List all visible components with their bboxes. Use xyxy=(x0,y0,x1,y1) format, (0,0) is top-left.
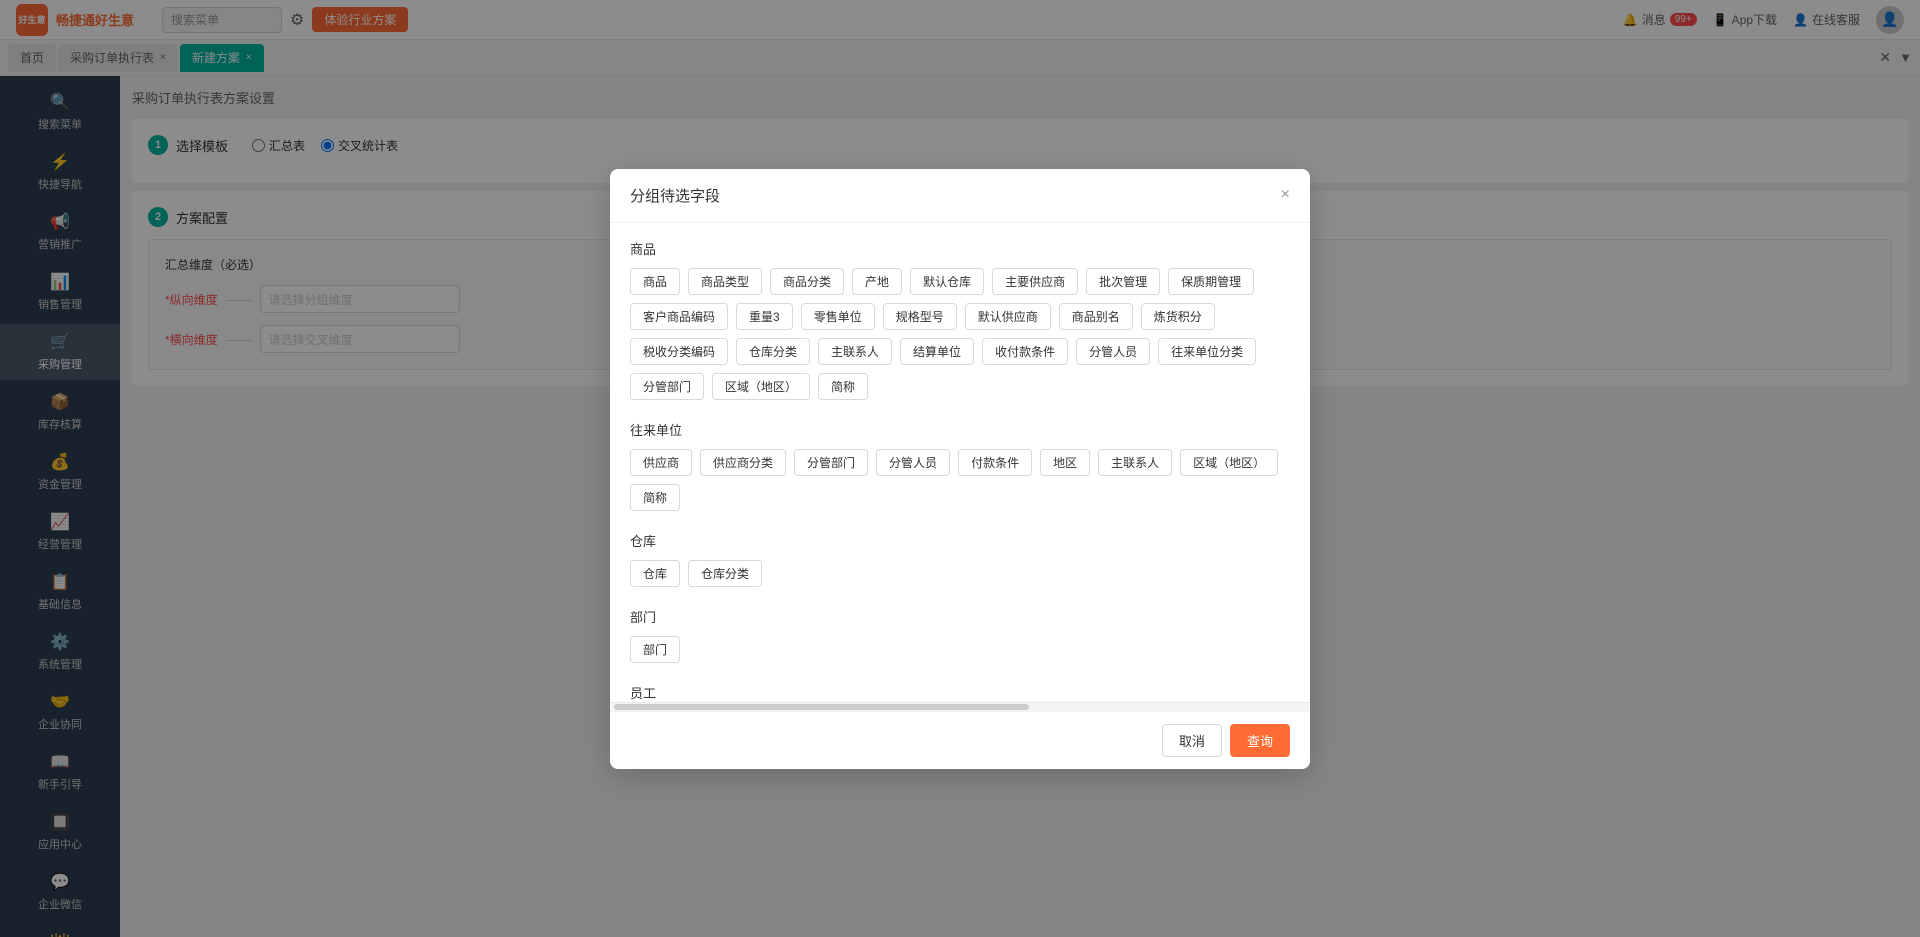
tag-product-alias[interactable]: 商品别名 xyxy=(1059,303,1133,330)
section-product-tags: 商品 商品类型 商品分类 产地 默认仓库 主要供应商 批次管理 保质期管理 客户… xyxy=(630,268,1290,400)
section-staff-title: 员工 xyxy=(630,683,1290,702)
tag-product-type[interactable]: 商品类型 xyxy=(688,268,762,295)
modal-header: 分组待选字段 × xyxy=(610,169,1310,223)
modal-horizontal-scrollbar[interactable] xyxy=(610,702,1310,711)
modal-footer: 取消 查询 xyxy=(610,711,1310,769)
tag-payment-condition[interactable]: 付款条件 xyxy=(958,449,1032,476)
tag-product-category[interactable]: 商品分类 xyxy=(770,268,844,295)
scrollbar-thumb xyxy=(614,704,1029,710)
modal-cancel-btn[interactable]: 取消 xyxy=(1162,724,1222,757)
tag-default-warehouse[interactable]: 默认仓库 xyxy=(910,268,984,295)
modal-overlay: 分组待选字段 × 商品 商品 商品类型 商品分类 产地 默认仓库 主要供应商 批… xyxy=(0,0,1920,937)
tag-spec-model[interactable]: 规格型号 xyxy=(883,303,957,330)
tag-settlement-unit[interactable]: 结算单位 xyxy=(900,338,974,365)
tag-region-area-partner[interactable]: 区域（地区） xyxy=(1180,449,1278,476)
tag-retail-unit[interactable]: 零售单位 xyxy=(801,303,875,330)
section-partner: 往来单位 供应商 供应商分类 分管部门 分管人员 付款条件 地区 主联系人 区域… xyxy=(630,420,1290,511)
tag-points[interactable]: 炼货积分 xyxy=(1141,303,1215,330)
tag-supplier[interactable]: 供应商 xyxy=(630,449,692,476)
section-partner-tags: 供应商 供应商分类 分管部门 分管人员 付款条件 地区 主联系人 区域（地区） … xyxy=(630,449,1290,511)
tag-supervisor-partner[interactable]: 分管人员 xyxy=(876,449,950,476)
section-warehouse: 仓库 仓库 仓库分类 xyxy=(630,531,1290,587)
tag-warehouse-category[interactable]: 仓库分类 xyxy=(736,338,810,365)
modal-close-btn[interactable]: × xyxy=(1281,186,1290,204)
tag-warehouse[interactable]: 仓库 xyxy=(630,560,680,587)
tag-customer-code[interactable]: 客户商品编码 xyxy=(630,303,728,330)
tag-main-contact-partner[interactable]: 主联系人 xyxy=(1098,449,1172,476)
tag-supplier-category[interactable]: 供应商分类 xyxy=(700,449,786,476)
tag-region-product[interactable]: 区域（地区） xyxy=(712,373,810,400)
tag-main-contact[interactable]: 主联系人 xyxy=(818,338,892,365)
tag-payment-terms[interactable]: 收付款条件 xyxy=(982,338,1068,365)
field-select-modal: 分组待选字段 × 商品 商品 商品类型 商品分类 产地 默认仓库 主要供应商 批… xyxy=(610,169,1310,769)
section-dept-tags: 部门 xyxy=(630,636,1290,663)
tag-region-partner[interactable]: 地区 xyxy=(1040,449,1090,476)
section-product: 商品 商品 商品类型 商品分类 产地 默认仓库 主要供应商 批次管理 保质期管理… xyxy=(630,239,1290,400)
section-warehouse-title: 仓库 xyxy=(630,531,1290,550)
tag-tax-code[interactable]: 税收分类编码 xyxy=(630,338,728,365)
section-staff: 员工 业务员 xyxy=(630,683,1290,702)
section-dept: 部门 部门 xyxy=(630,607,1290,663)
tag-default-supplier[interactable]: 默认供应商 xyxy=(965,303,1051,330)
modal-confirm-btn[interactable]: 查询 xyxy=(1230,724,1290,757)
tag-product[interactable]: 商品 xyxy=(630,268,680,295)
section-product-title: 商品 xyxy=(630,239,1290,258)
tag-dept[interactable]: 部门 xyxy=(630,636,680,663)
tag-warehouse-cat[interactable]: 仓库分类 xyxy=(688,560,762,587)
tag-supervisor[interactable]: 分管人员 xyxy=(1076,338,1150,365)
modal-title: 分组待选字段 xyxy=(630,185,720,206)
section-partner-title: 往来单位 xyxy=(630,420,1290,439)
tag-partner-category[interactable]: 往来单位分类 xyxy=(1158,338,1256,365)
section-warehouse-tags: 仓库 仓库分类 xyxy=(630,560,1290,587)
tag-main-supplier[interactable]: 主要供应商 xyxy=(992,268,1078,295)
tag-expiry-manage[interactable]: 保质期管理 xyxy=(1168,268,1254,295)
tag-dept-manage[interactable]: 分管部门 xyxy=(630,373,704,400)
tag-dept-partner[interactable]: 分管部门 xyxy=(794,449,868,476)
tag-origin[interactable]: 产地 xyxy=(852,268,902,295)
section-dept-title: 部门 xyxy=(630,607,1290,626)
tag-abbr-partner[interactable]: 简称 xyxy=(630,484,680,511)
tag-batch-manage[interactable]: 批次管理 xyxy=(1086,268,1160,295)
tag-weight3[interactable]: 重量3 xyxy=(736,303,793,330)
modal-body: 商品 商品 商品类型 商品分类 产地 默认仓库 主要供应商 批次管理 保质期管理… xyxy=(610,223,1310,702)
tag-abbr-product[interactable]: 简称 xyxy=(818,373,868,400)
